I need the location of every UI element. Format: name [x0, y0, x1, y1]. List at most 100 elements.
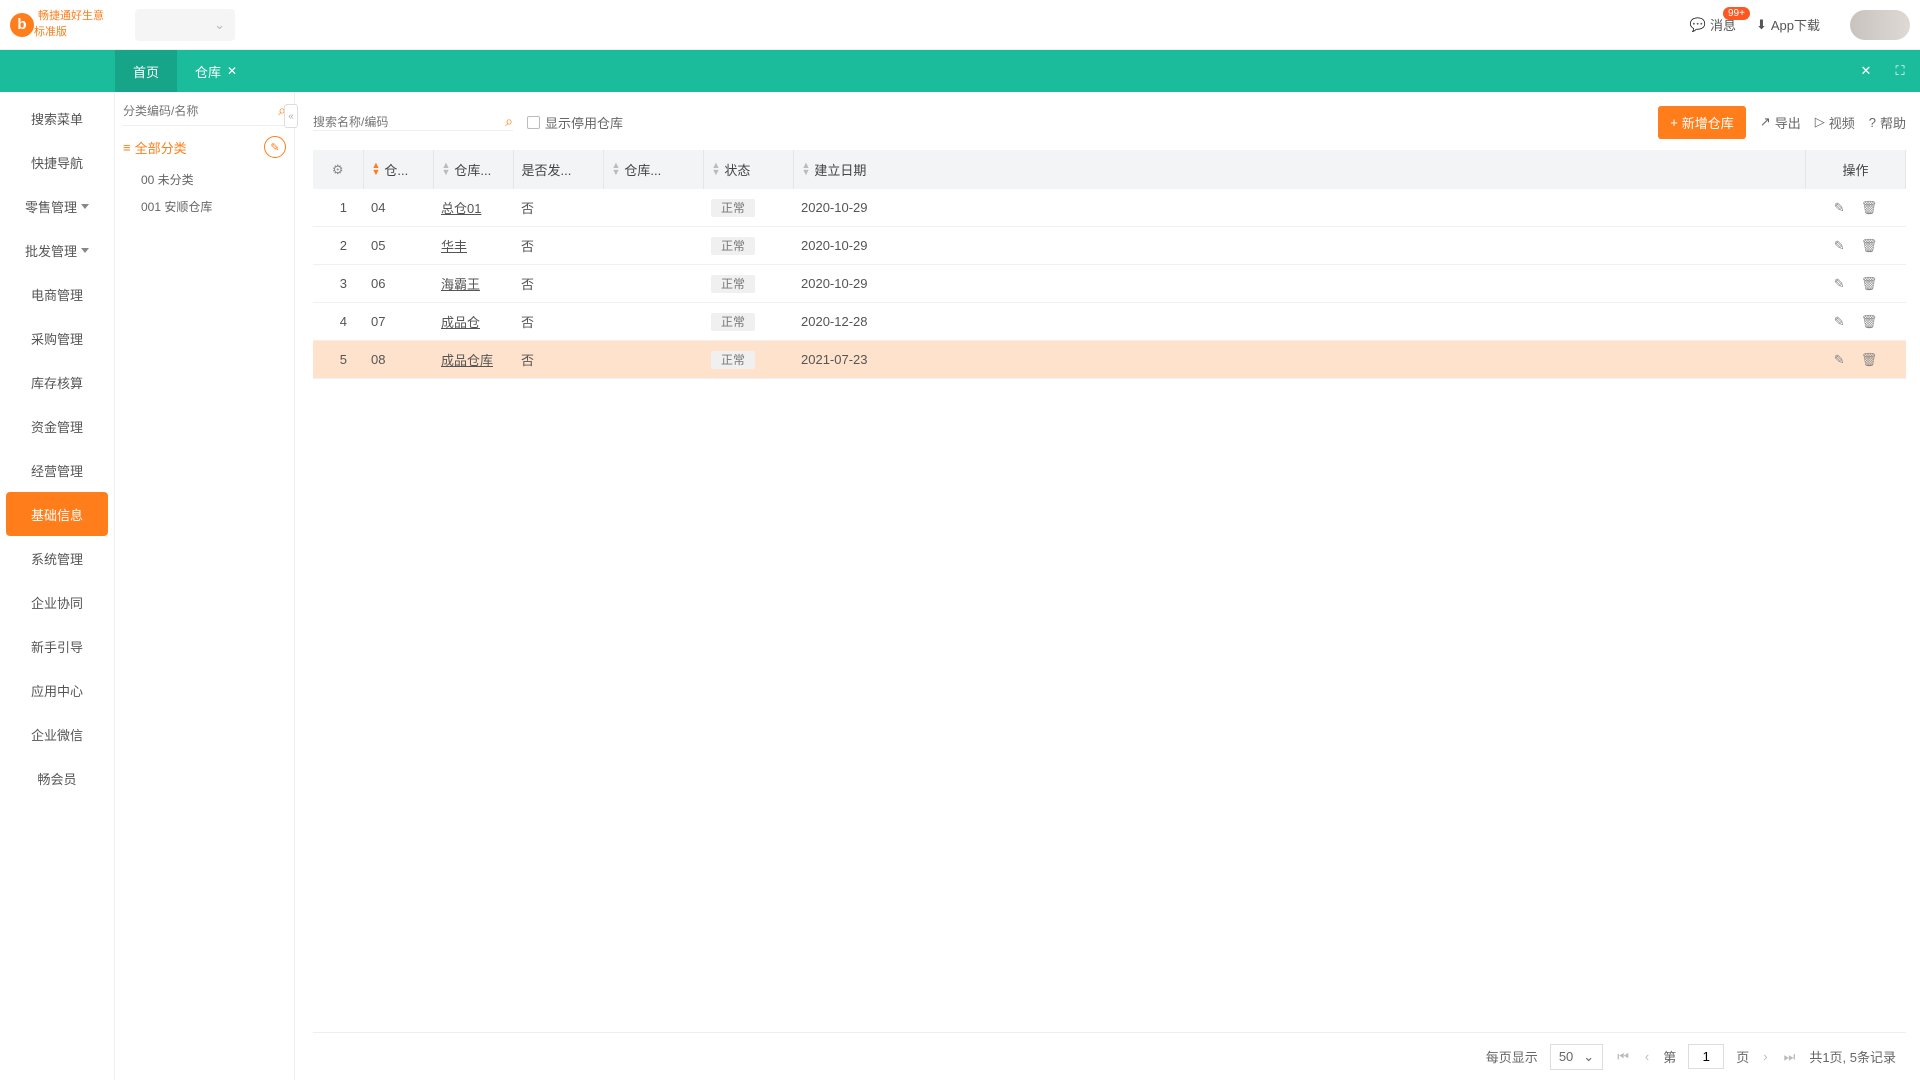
col-actions: 操作 — [1806, 150, 1906, 189]
close-icon[interactable]: ✕ — [227, 64, 237, 78]
warehouse-link[interactable]: 成品仓 — [441, 315, 480, 330]
table-row[interactable]: 306海霸王否正常2020-10-29✎🗑 — [313, 265, 1906, 303]
sidebar-item[interactable]: 搜索菜单 — [0, 96, 114, 140]
sidebar-item[interactable]: 库存核算 — [0, 360, 114, 404]
warehouse-link[interactable]: 成品仓库 — [441, 353, 493, 368]
message-icon: 💬 — [1690, 17, 1706, 33]
export-button[interactable]: ↗ 导出 — [1760, 113, 1801, 132]
edit-button[interactable]: ✎ — [1830, 314, 1849, 329]
sidebar-item[interactable]: 经营管理 — [0, 448, 114, 492]
sidebar-item-label: 库存核算 — [31, 373, 83, 392]
per-page-select[interactable]: 50 ⌄ — [1550, 1044, 1603, 1070]
row-manager — [603, 189, 703, 227]
help-label: 帮助 — [1880, 113, 1906, 132]
sidebar-item-label: 经营管理 — [31, 461, 83, 480]
table-row[interactable]: 407成品仓否正常2020-12-28✎🗑 — [313, 303, 1906, 341]
pencil-icon: ✎ — [1834, 238, 1845, 254]
chevron-right-icon: › — [1763, 1049, 1767, 1064]
company-selector[interactable]: ⌄ — [135, 9, 235, 41]
sidebar-item[interactable]: 基础信息 — [6, 492, 108, 536]
tab-warehouse[interactable]: 仓库 ✕ — [177, 50, 255, 92]
row-manager — [603, 227, 703, 265]
warehouse-link[interactable]: 华丰 — [441, 239, 467, 254]
user-avatar[interactable] — [1850, 10, 1910, 40]
status-badge: 正常 — [711, 351, 755, 369]
edit-button[interactable]: ✎ — [1830, 200, 1849, 215]
tab-home[interactable]: 首页 — [115, 50, 177, 92]
category-panel: ⌕ ≡ 全部分类 ✎ 00 未分类001 安顺仓库 « — [115, 92, 295, 1080]
app-download-link[interactable]: ⬇ App下载 — [1756, 15, 1820, 34]
table-row[interactable]: 508成品仓库否正常2021-07-23✎🗑 — [313, 341, 1906, 379]
chevron-left-icon: ‹ — [1645, 1049, 1649, 1064]
play-icon: ▷ — [1815, 114, 1825, 130]
warehouse-link[interactable]: 总仓01 — [441, 201, 481, 216]
table-row[interactable]: 205华丰否正常2020-10-29✎🗑 — [313, 227, 1906, 265]
fullscreen-icon: ⛶ — [1895, 63, 1904, 79]
category-search-input[interactable] — [123, 104, 278, 118]
page-input[interactable] — [1688, 1044, 1724, 1069]
col-code[interactable]: ▲▼仓... — [363, 150, 433, 189]
category-node[interactable]: 00 未分类 — [141, 166, 286, 193]
sidebar-item[interactable]: 应用中心 — [0, 668, 114, 712]
category-node[interactable]: 001 安顺仓库 — [141, 193, 286, 220]
video-button[interactable]: ▷ 视频 — [1815, 113, 1855, 132]
table-row[interactable]: 104总仓01否正常2020-10-29✎🗑 — [313, 189, 1906, 227]
col-name[interactable]: ▲▼仓库... — [433, 150, 513, 189]
row-code: 05 — [363, 227, 433, 265]
show-disabled-checkbox[interactable]: 显示停用仓库 — [527, 113, 623, 132]
fullscreen-button[interactable]: ⛶ — [1890, 61, 1910, 81]
sidebar-item[interactable]: 采购管理 — [0, 316, 114, 360]
collapse-panel-button[interactable]: « — [284, 104, 298, 128]
page-first-button[interactable]: ⏮ — [1615, 1049, 1631, 1065]
sidebar-item[interactable]: 系统管理 — [0, 536, 114, 580]
row-index: 1 — [313, 189, 363, 227]
row-name: 成品仓 — [433, 303, 513, 341]
delete-button[interactable]: 🗑 — [1857, 200, 1882, 215]
messages-link[interactable]: 💬 消息 99+ — [1690, 15, 1736, 34]
add-warehouse-button[interactable]: + 新增仓库 — [1658, 106, 1746, 139]
sidebar-item[interactable]: 企业协同 — [0, 580, 114, 624]
sidebar-item[interactable]: 新手引导 — [0, 624, 114, 668]
row-name: 海霸王 — [433, 265, 513, 303]
edit-button[interactable]: ✎ — [1830, 276, 1849, 291]
sidebar-item[interactable]: 企业微信 — [0, 712, 114, 756]
col-status[interactable]: ▲▼状态 — [703, 150, 793, 189]
row-date: 2021-07-23 — [793, 341, 1806, 379]
row-index: 5 — [313, 341, 363, 379]
tab-close-all-button[interactable]: ✕ — [1856, 61, 1876, 81]
search-icon[interactable]: ⌕ — [505, 113, 513, 130]
sidebar-item[interactable]: 快捷导航 — [0, 140, 114, 184]
edit-button[interactable]: ✎ — [1830, 238, 1849, 253]
col-deliver[interactable]: 是否发... — [513, 150, 603, 189]
category-all[interactable]: ≡ 全部分类 — [123, 138, 187, 157]
col-manager[interactable]: ▲▼仓库... — [603, 150, 703, 189]
help-icon: ? — [1869, 115, 1876, 130]
sidebar-item[interactable]: 资金管理 — [0, 404, 114, 448]
row-manager — [603, 265, 703, 303]
help-button[interactable]: ? 帮助 — [1869, 113, 1906, 132]
col-date[interactable]: ▲▼建立日期 — [793, 150, 1806, 189]
row-actions: ✎🗑 — [1806, 189, 1906, 227]
main-sidebar: 搜索菜单快捷导航零售管理批发管理电商管理采购管理库存核算资金管理经营管理基础信息… — [0, 92, 115, 1080]
page-prev-button[interactable]: ‹ — [1643, 1049, 1651, 1064]
sidebar-item[interactable]: 批发管理 — [0, 228, 114, 272]
first-icon: ⏮ — [1617, 1049, 1629, 1065]
row-status: 正常 — [703, 265, 793, 303]
delete-button[interactable]: 🗑 — [1857, 314, 1882, 329]
sidebar-item-label: 畅会员 — [37, 769, 76, 788]
delete-button[interactable]: 🗑 — [1857, 352, 1882, 367]
table-search-input[interactable] — [313, 115, 505, 129]
page-next-button[interactable]: › — [1761, 1049, 1769, 1064]
row-actions: ✎🗑 — [1806, 227, 1906, 265]
category-edit-button[interactable]: ✎ — [264, 136, 286, 158]
sidebar-item[interactable]: 畅会员 — [0, 756, 114, 800]
col-settings[interactable]: ⚙ — [313, 150, 363, 189]
warehouse-link[interactable]: 海霸王 — [441, 277, 480, 292]
page-last-button[interactable]: ⏭ — [1782, 1049, 1798, 1065]
sidebar-item[interactable]: 零售管理 — [0, 184, 114, 228]
row-deliver: 否 — [513, 303, 603, 341]
edit-button[interactable]: ✎ — [1830, 352, 1849, 367]
delete-button[interactable]: 🗑 — [1857, 238, 1882, 253]
sidebar-item[interactable]: 电商管理 — [0, 272, 114, 316]
delete-button[interactable]: 🗑 — [1857, 276, 1882, 291]
